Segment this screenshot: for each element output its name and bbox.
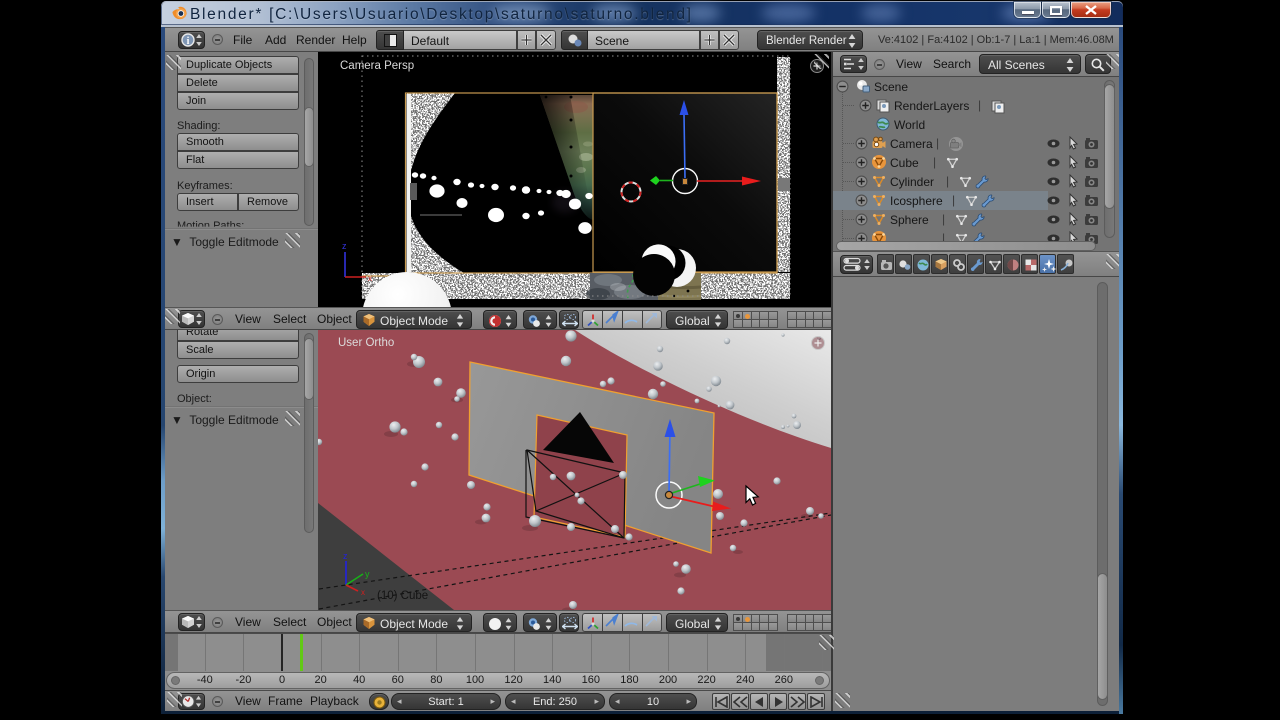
svg-text:User Ortho: User Ortho (338, 337, 394, 349)
svg-text:z: z (342, 241, 347, 251)
svg-text:y: y (365, 569, 370, 579)
svg-text:Camera Persp: Camera Persp (340, 60, 414, 72)
svg-text:i: i (187, 36, 190, 47)
svg-text:(10) Cube: (10) Cube (377, 590, 428, 602)
svg-text:x: x (368, 274, 372, 283)
svg-text:x: x (361, 588, 365, 597)
svg-text:z: z (343, 551, 348, 561)
